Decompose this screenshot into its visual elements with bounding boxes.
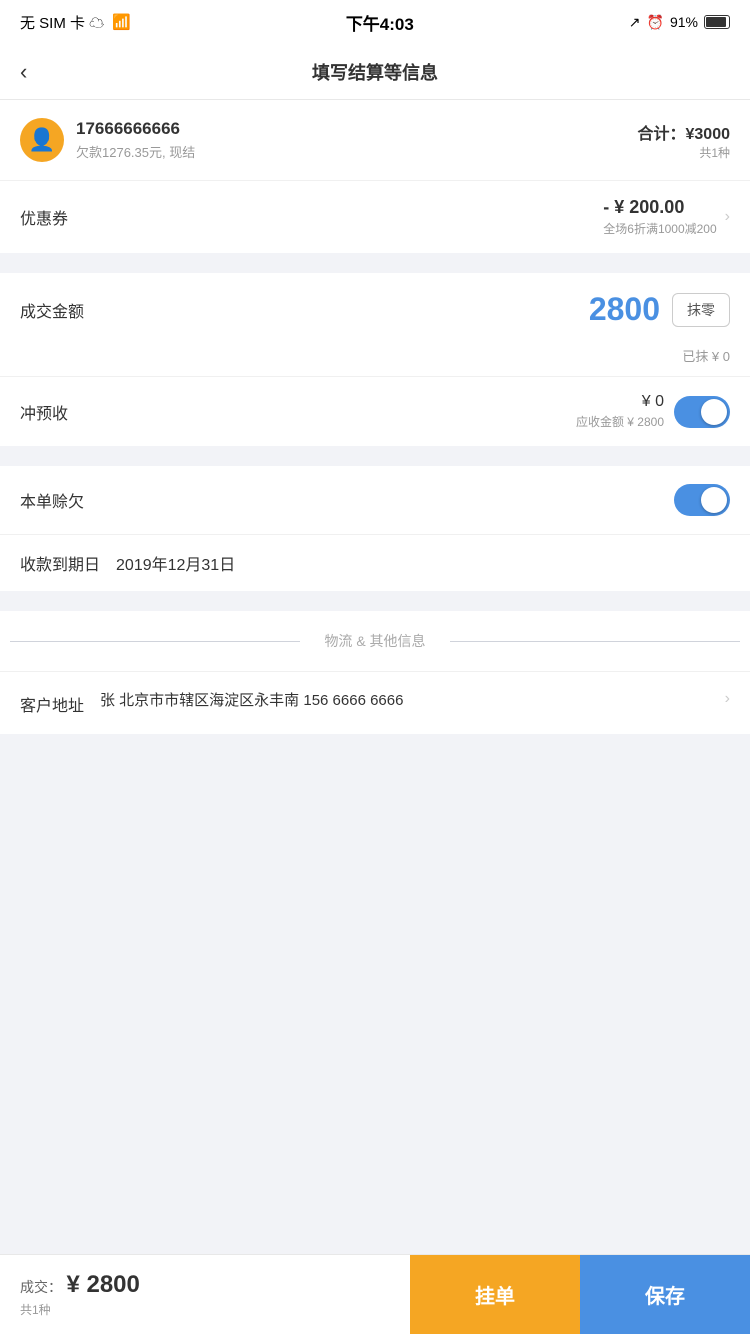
coupon-amount: - ¥ 200.00 [603,197,716,218]
logistics-card: 物流 & 其他信息 客户地址 张 北京市市辖区海淀区永丰南 156 6666 6… [0,611,750,734]
user-info-card: 👤 17666666666 欠款1276.35元, 现结 合计：¥3000 共1… [0,100,750,253]
debt-toggle[interactable] [674,484,730,516]
user-right: 合计：¥3000 共1种 [638,120,731,161]
round-button[interactable]: 抹零 [672,293,730,327]
status-bar: 无 SIM 卡 ☁ 📶 下午4:03 ↗ ⏰ 91% [0,0,750,44]
status-left: 无 SIM 卡 ☁ 📶 [20,12,131,33]
logistics-section: 物流 & 其他信息 [0,611,750,671]
sim-label: 无 SIM 卡 ☁ [20,12,104,33]
precollect-row: 冲预收 ¥ 0 应收金额 ¥ 2800 [0,376,750,446]
back-button[interactable]: ‹ [20,59,27,85]
duedate-row: 收款到期日 2019年12月31日 [0,534,750,591]
amount-right: 2800 抹零 [589,291,730,328]
transaction-sub: 已抹 ¥ 0 [682,349,730,364]
logistics-line-left [10,641,300,642]
address-chevron-icon: › [725,690,730,708]
status-time: 下午4:03 [346,10,414,35]
coupon-right: - ¥ 200.00 全场6折满1000减200 › [603,197,730,237]
logistics-text: 物流 & 其他信息 [324,631,425,651]
bottom-label-row: 成交： ¥ 2800 [20,1271,390,1299]
status-right: ↗ ⏰ 91% [629,14,730,31]
debt-card: 本单赊欠 收款到期日 2019年12月31日 [0,466,750,591]
nav-bar: ‹ 填写结算等信息 [0,44,750,100]
coupon-row[interactable]: 优惠券 - ¥ 200.00 全场6折满1000减200 › [0,180,750,253]
user-row: 👤 17666666666 欠款1276.35元, 现结 合计：¥3000 共1… [0,100,750,180]
precollect-right: ¥ 0 应收金额 ¥ 2800 [576,393,730,430]
section-divider-2 [0,456,750,466]
duedate-label: 收款到期日 [20,551,100,575]
total-amount: 合计：¥3000 [638,120,731,144]
address-label: 客户地址 [20,692,84,716]
bottom-spacer [0,744,750,944]
location-icon: ↗ [629,14,641,31]
bottom-label: 成交： [20,1279,62,1295]
duedate-value: 2019年12月31日 [116,551,235,575]
address-value: 张 北京市市辖区海淀区永丰南 156 6666 6666 [100,690,725,713]
bottom-info: 成交： ¥ 2800 共1种 [0,1271,410,1318]
transaction-label: 成交金额 [20,298,84,322]
main-content: 👤 17666666666 欠款1276.35元, 现结 合计：¥3000 共1… [0,100,750,1034]
battery-percent: 91% [670,14,698,30]
precollect-label: 冲预收 [20,400,68,424]
amount-row: 成交金额 2800 抹零 [0,273,750,346]
coupon-desc: 全场6折满1000减200 [603,220,716,237]
precollect-sub: 应收金额 ¥ 2800 [576,413,664,430]
transaction-amount: 2800 [589,291,660,328]
user-phone: 17666666666 [76,119,195,139]
avatar-icon: 👤 [28,127,55,153]
coupon-label: 优惠券 [20,205,68,229]
transaction-card: 成交金额 2800 抹零 已抹 ¥ 0 冲预收 ¥ 0 应收金额 ¥ 2800 [0,273,750,446]
logistics-line-right [450,641,740,642]
bottom-count: 共1种 [20,1301,390,1318]
bottom-bar: 成交： ¥ 2800 共1种 挂单 保存 [0,1254,750,1334]
debt-label: 本单赊欠 [20,488,84,512]
wifi-icon: 📶 [112,13,131,31]
address-row[interactable]: 客户地址 张 北京市市辖区海淀区永丰南 156 6666 6666 › [0,671,750,734]
avatar: 👤 [20,118,64,162]
coupon-chevron-icon: › [725,208,730,226]
bottom-amount: ¥ 2800 [66,1271,139,1298]
user-left: 👤 17666666666 欠款1276.35元, 现结 [20,118,195,162]
section-divider-3 [0,601,750,611]
precollect-amounts: ¥ 0 应收金额 ¥ 2800 [576,393,664,430]
section-divider-1 [0,263,750,273]
user-info: 17666666666 欠款1276.35元, 现结 [76,119,195,161]
precollect-main: ¥ 0 [576,393,664,411]
total-count: 共1种 [638,144,731,161]
hold-button[interactable]: 挂单 [410,1255,580,1334]
alarm-icon: ⏰ [647,14,664,31]
page-title: 填写结算等信息 [312,59,438,85]
precollect-toggle[interactable] [674,396,730,428]
save-button[interactable]: 保存 [580,1255,750,1334]
debt-row: 本单赊欠 [0,466,750,534]
user-sub: 欠款1276.35元, 现结 [76,142,195,161]
battery-icon [704,15,730,29]
